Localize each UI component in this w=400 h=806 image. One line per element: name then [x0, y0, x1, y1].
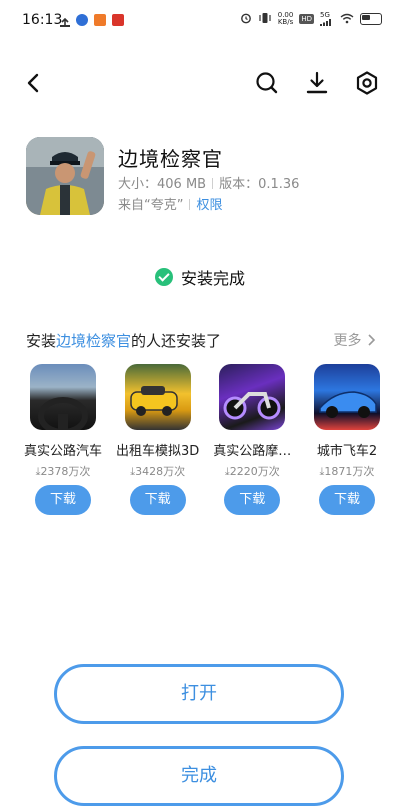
app-source: 来自“夸克” [118, 198, 184, 213]
rec-app-icon[interactable] [219, 364, 286, 430]
rec-app-name: 城市飞车2 [316, 444, 378, 459]
signal-label: 5G [320, 11, 330, 19]
rec-app-count-value: 1871万次 [324, 465, 375, 478]
rec-header-suffix: 的人还安装了 [131, 332, 222, 350]
upload-icon [60, 13, 70, 27]
hd-badge: HD [299, 14, 314, 24]
check-icon [154, 268, 173, 286]
download-button[interactable]: 下载 [35, 485, 91, 515]
recommendations-list: 真实公路汽车 ⤓2378万次 下载 出租车模拟3D ⤓3428万次 下载 真实公… [20, 364, 390, 515]
settings-hexagon-icon[interactable] [352, 68, 382, 98]
battery-icon [360, 13, 382, 25]
top-bar [0, 60, 400, 104]
download-button[interactable]: 下载 [318, 485, 375, 515]
divider [212, 178, 214, 189]
divider [189, 199, 191, 210]
app-info: 边境检察官 大小：406 MB 版本：0.1.36 来自“夸克” 权限 [26, 137, 386, 217]
top-actions [252, 68, 382, 98]
rec-header-app: 边境检察官 [56, 332, 132, 350]
status-bar: 16:13 0.00 KB/s HD 5G [0, 0, 400, 40]
network-speed: 0.00 KB/s [278, 12, 294, 26]
alarm-icon [240, 12, 252, 26]
network-speed-unit: KB/s [277, 18, 294, 26]
download-button[interactable]: 下载 [224, 485, 281, 515]
back-arrow-icon[interactable] [18, 68, 48, 98]
wifi-icon [340, 13, 354, 26]
status-time: 16:13 [22, 12, 63, 28]
rec-app-item[interactable]: 城市飞车2 ⤓1871万次 下载 [304, 364, 390, 515]
rec-app-icon[interactable] [124, 364, 191, 430]
rec-app-download-count: ⤓3428万次 [115, 463, 201, 479]
rec-app-icon[interactable] [313, 364, 380, 430]
app-notification-icon [76, 14, 88, 26]
more-link[interactable]: 更多 [334, 330, 376, 350]
app-notification-icon [94, 14, 106, 26]
signal-icon: 5G [320, 12, 334, 26]
rec-app-item[interactable]: 出租车模拟3D ⤓3428万次 下载 [115, 364, 201, 515]
app-meta: 大小：406 MB 版本：0.1.36 [118, 173, 299, 192]
install-status: 安装完成 [0, 265, 400, 289]
open-button[interactable]: 打开 [54, 664, 344, 724]
app-icon [26, 137, 104, 215]
install-status-text: 安装完成 [180, 269, 245, 288]
download-button[interactable]: 下载 [129, 485, 186, 515]
download-icon[interactable] [302, 68, 332, 98]
vibrate-icon [258, 12, 272, 26]
rec-header-prefix: 安装 [26, 332, 57, 350]
rec-app-name: 出租车模拟3D [116, 444, 200, 459]
rec-app-name: 真实公路汽车 [23, 444, 102, 459]
rec-app-count-value: 2220万次 [229, 465, 280, 478]
rec-app-name: 真实公路摩… [213, 444, 292, 459]
rec-app-download-count: ⤓2378万次 [20, 463, 106, 479]
search-icon[interactable] [252, 68, 282, 98]
done-button[interactable]: 完成 [54, 746, 344, 806]
rec-app-icon[interactable] [30, 364, 96, 430]
rec-app-count-value: 2378万次 [40, 465, 91, 478]
permissions-link[interactable]: 权限 [196, 198, 222, 213]
app-name: 边境检察官 [118, 147, 223, 171]
recommendations-header: 安装边境检察官的人还安装了 更多 [26, 330, 376, 350]
rec-app-count-value: 3428万次 [135, 465, 186, 478]
chevron-right-icon [368, 334, 376, 346]
app-notification-icon [112, 14, 124, 26]
rec-app-item[interactable]: 真实公路摩… ⤓2220万次 下载 [209, 364, 295, 515]
rec-app-download-count: ⤓1871万次 [304, 463, 390, 479]
app-version: 版本：0.1.36 [219, 177, 300, 192]
rec-app-item[interactable]: 真实公路汽车 ⤓2378万次 下载 [20, 364, 106, 515]
app-size: 大小：406 MB [118, 177, 207, 192]
notification-icons [60, 13, 124, 27]
more-label: 更多 [333, 333, 362, 349]
rec-app-download-count: ⤓2220万次 [209, 463, 295, 479]
app-source-row: 来自“夸克” 权限 [118, 194, 223, 213]
system-icons: 0.00 KB/s HD 5G [240, 12, 382, 26]
